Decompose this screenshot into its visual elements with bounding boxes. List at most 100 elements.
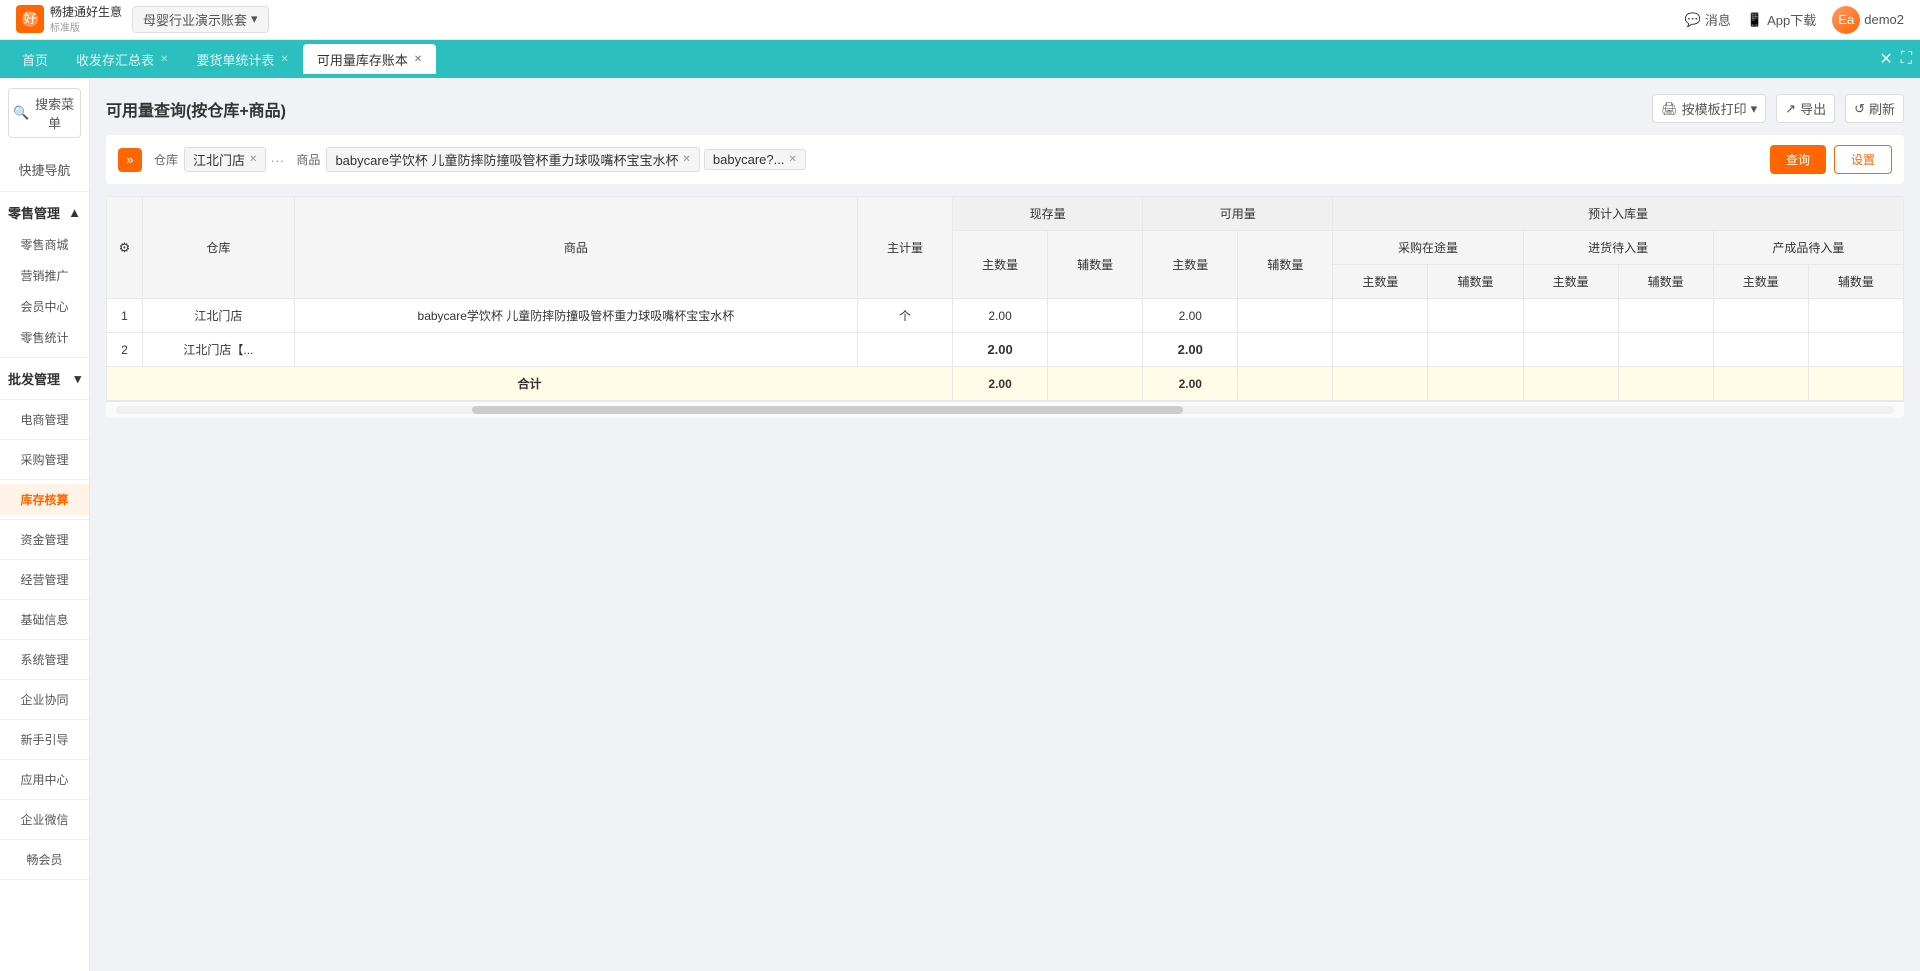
sidebar-item-retail-stats[interactable]: 零售统计 (0, 322, 89, 353)
filter-bar: » 仓库 江北门店 ✕ ··· 商品 babycare学饮杯 儿童防摔防撞吸管杯… (106, 135, 1904, 184)
cell-pt-aux-2 (1428, 333, 1523, 367)
cell-warehouse-1: 江北门店 (143, 299, 295, 333)
product-tag-2-close[interactable]: ✕ (788, 154, 796, 165)
app-download-btn[interactable]: 📱 App下载 (1747, 10, 1816, 29)
sidebar-item-system[interactable]: 系统管理 (0, 644, 89, 675)
data-table: ⚙ 仓库 商品 主计量 现存量 可用量 预计入库量 主数量 辅数量 主数量 辅数… (106, 196, 1904, 401)
sidebar-item-marketing[interactable]: 营销推广 (0, 260, 89, 291)
tab-orders[interactable]: 要货单统计表 ✕ (182, 44, 302, 74)
sidebar-item-wxenterprise[interactable]: 企业微信 (0, 804, 89, 835)
export-icon: ↗ (1785, 101, 1796, 117)
filter-product-group: 商品 babycare学饮杯 儿童防摔防撞吸管杯重力球吸嘴杯宝宝水杯 ✕ bab… (296, 147, 805, 172)
tab-bar-right: ✕ ⛶ (1879, 49, 1912, 69)
summary-current-main: 2.00 (953, 367, 1048, 401)
sidebar-item-newguide[interactable]: 新手引导 (0, 724, 89, 755)
summary-pp-main (1713, 367, 1808, 401)
filter-actions: 查询 设置 (1770, 145, 1892, 174)
sidebar-item-ecommerce[interactable]: 电商管理 (0, 404, 89, 435)
th-ip-aux: 辅数量 (1618, 265, 1713, 299)
cell-unit-2 (857, 333, 952, 367)
summary-pt-main (1333, 367, 1428, 401)
product-tag-1-close[interactable]: ✕ (683, 154, 691, 165)
summary-avail-aux (1238, 367, 1333, 401)
content-area: 可用量查询(按仓库+商品) 🖨 按模板打印 ▾ ↗ 导出 ↺ 刷新 (90, 78, 1920, 971)
sidebar-item-quicknav[interactable]: 快捷导航 (0, 152, 89, 187)
sidebar-item-enterprise[interactable]: 企业协同 (0, 684, 89, 715)
logo-area: 好 畅捷通好生意 标准版 (16, 5, 122, 34)
logo-subtitle: 标准版 (50, 19, 122, 34)
scrollbar-track (116, 406, 1894, 414)
chevron-down-icon: ▾ (74, 371, 81, 387)
sidebar-section-newguide: 新手引导 (0, 720, 89, 760)
template-print-btn[interactable]: 🖨 按模板打印 ▾ (1652, 94, 1766, 123)
tab-receipts-close[interactable]: ✕ (160, 54, 168, 65)
cell-ip-main-1 (1523, 299, 1618, 333)
tab-expand-btn[interactable]: ⛶ (1901, 50, 1912, 68)
sidebar-item-changyuanhui[interactable]: 畅会员 (0, 844, 89, 875)
page-title: 可用量查询(按仓库+商品) (106, 97, 286, 121)
sidebar-section-enterprise: 企业协同 (0, 680, 89, 720)
th-product-pending: 产成品待入量 (1713, 231, 1903, 265)
table-row: 2 江北门店【... 2.00 2.00 (107, 333, 1904, 367)
sidebar-quick-nav: 快捷导航 (0, 148, 89, 192)
sidebar-item-purchase[interactable]: 采购管理 (0, 444, 89, 475)
svg-text:好: 好 (23, 11, 36, 26)
scrollbar-thumb[interactable] (472, 406, 1183, 414)
cell-pt-aux-1 (1428, 299, 1523, 333)
message-icon: 💬 (1685, 12, 1701, 28)
sidebar-item-basic[interactable]: 基础信息 (0, 604, 89, 635)
warehouse-tag-close[interactable]: ✕ (249, 154, 257, 165)
export-btn[interactable]: ↗ 导出 (1776, 94, 1835, 123)
cell-current-main-1: 2.00 (953, 299, 1048, 333)
chevron-down-icon: ▾ (251, 11, 258, 27)
tab-home[interactable]: 首页 (8, 44, 62, 74)
cell-pt-main-1 (1333, 299, 1428, 333)
industry-label: 母婴行业演示账套 (143, 10, 247, 29)
th-pt-main: 主数量 (1333, 265, 1428, 299)
cell-product-2 (294, 333, 857, 367)
sidebar-item-operation[interactable]: 经营管理 (0, 564, 89, 595)
top-bar-right: 💬 消息 📱 App下载 Ea demo2 (1685, 6, 1904, 34)
sidebar-item-retail-mall[interactable]: 零售商城 (0, 229, 89, 260)
avatar-text: Ea (1838, 12, 1854, 27)
cell-product-1: babycare学饮杯 儿童防摔防撞吸管杯重力球吸嘴杯宝宝水杯 (294, 299, 857, 333)
summary-current-aux (1048, 367, 1143, 401)
th-pp-aux: 辅数量 (1808, 265, 1903, 299)
tab-receipts[interactable]: 收发存汇总表 ✕ (62, 44, 182, 74)
tab-orders-close[interactable]: ✕ (280, 54, 288, 65)
cell-unit-1: 个 (857, 299, 952, 333)
th-settings[interactable]: ⚙ (107, 197, 143, 299)
cell-seq-2: 2 (107, 333, 143, 367)
summary-avail-main: 2.00 (1143, 367, 1238, 401)
sidebar-item-appcenter[interactable]: 应用中心 (0, 764, 89, 795)
settings-btn[interactable]: 设置 (1834, 145, 1892, 174)
message-label: 消息 (1705, 10, 1731, 29)
tab-available[interactable]: 可用量库存账本 ✕ (303, 44, 436, 74)
sidebar-section-wholesale-header[interactable]: 批发管理 ▾ (0, 362, 89, 395)
cell-pt-main-2 (1333, 333, 1428, 367)
tab-available-close[interactable]: ✕ (414, 54, 422, 65)
print-icon: 🖨 (1661, 101, 1678, 117)
sidebar-item-finance[interactable]: 资金管理 (0, 524, 89, 555)
tab-bar: 首页 收发存汇总表 ✕ 要货单统计表 ✕ 可用量库存账本 ✕ ✕ ⛶ (0, 40, 1920, 78)
th-main-unit: 主计量 (857, 197, 952, 299)
search-menu-btn[interactable]: 🔍 搜索菜单 (8, 88, 81, 138)
query-btn[interactable]: 查询 (1770, 145, 1826, 174)
message-btn[interactable]: 💬 消息 (1685, 10, 1731, 29)
refresh-btn[interactable]: ↺ 刷新 (1845, 94, 1904, 123)
industry-selector[interactable]: 母婴行业演示账套 ▾ (132, 6, 269, 33)
sidebar-section-operation: 经营管理 (0, 560, 89, 600)
summary-pp-aux (1808, 367, 1903, 401)
top-bar-left: 好 畅捷通好生意 标准版 母婴行业演示账套 ▾ (16, 5, 269, 34)
sidebar-section-retail-header[interactable]: 零售管理 ▲ (0, 196, 89, 229)
warehouse-tag-label: 江北门店 (193, 150, 245, 169)
user-menu[interactable]: Ea demo2 (1832, 6, 1904, 34)
sidebar-item-members[interactable]: 会员中心 (0, 291, 89, 322)
tab-close-btn[interactable]: ✕ (1879, 49, 1892, 69)
horizontal-scrollbar[interactable] (106, 401, 1904, 418)
warehouse-more-btn[interactable]: ··· (270, 152, 284, 168)
filter-expand-btn[interactable]: » (118, 148, 142, 172)
chevron-down-icon: ▾ (1751, 101, 1758, 117)
summary-ip-main (1523, 367, 1618, 401)
sidebar-item-inventory[interactable]: 库存核算 (0, 484, 89, 515)
